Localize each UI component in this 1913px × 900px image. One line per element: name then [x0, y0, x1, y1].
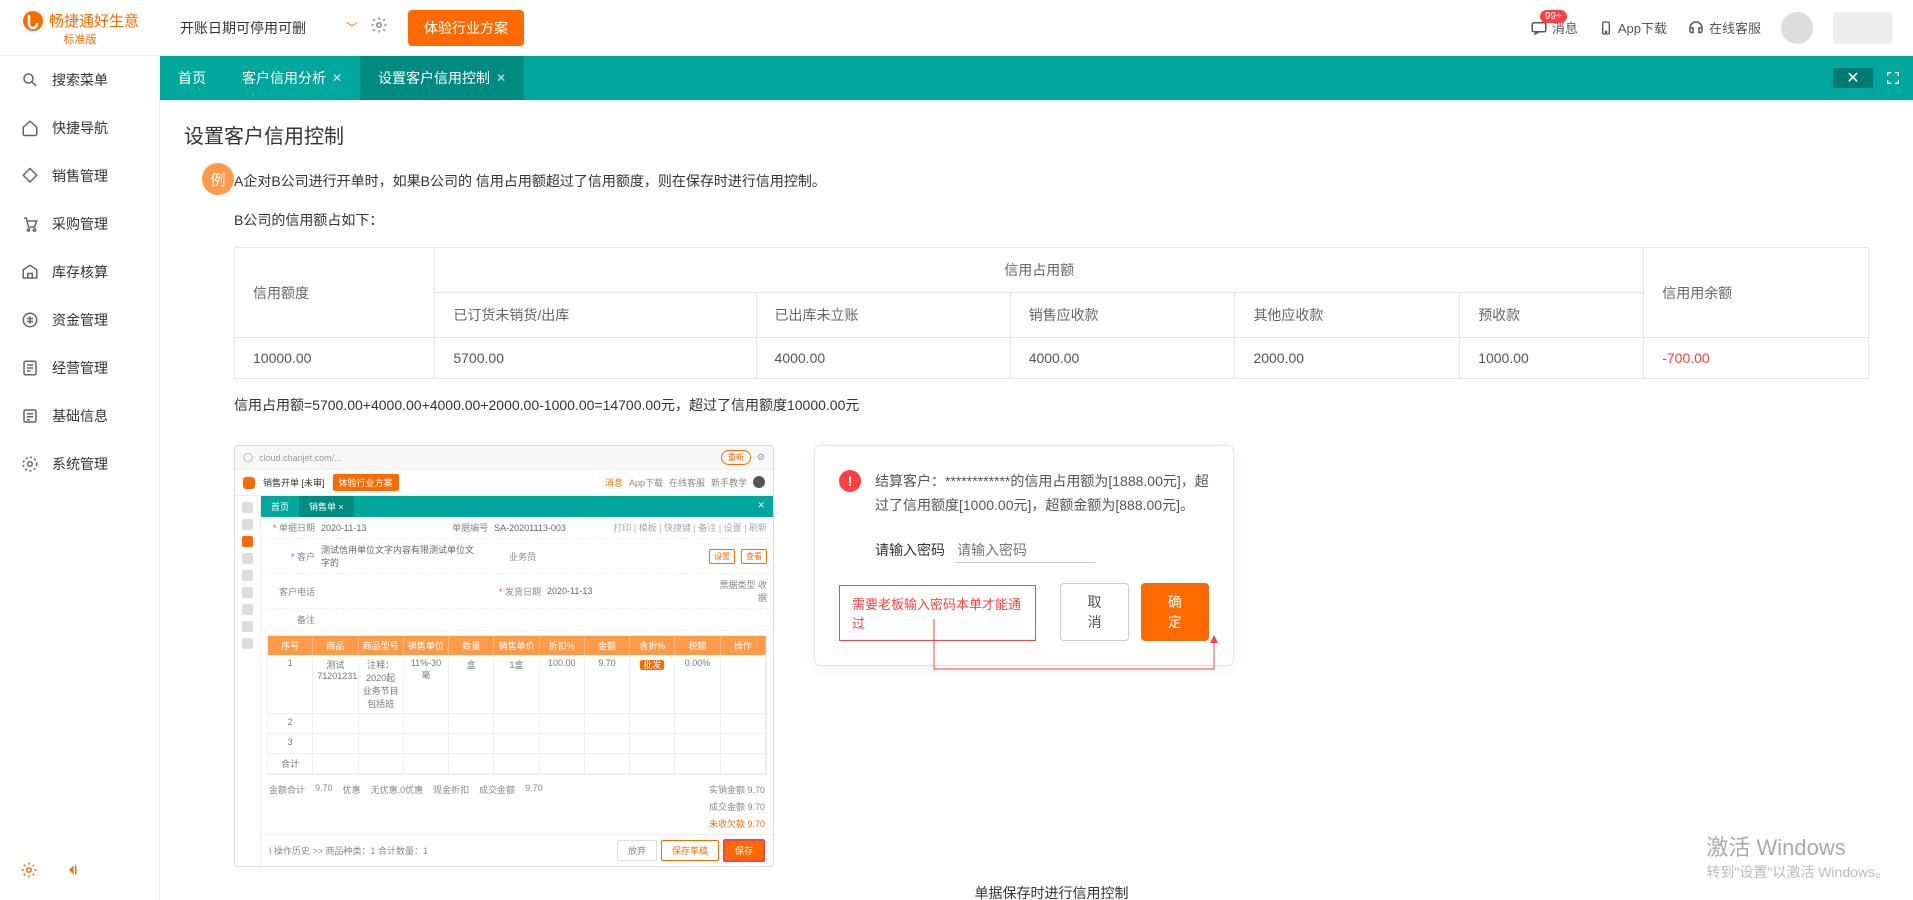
sidebar-item-inventory[interactable]: 库存核算	[0, 248, 159, 296]
tab-credit-analysis[interactable]: 客户信用分析✕	[224, 56, 360, 100]
close-icon[interactable]: ✕	[332, 71, 342, 85]
example-badge-icon: 例	[202, 163, 234, 195]
gear-circle-icon	[20, 454, 40, 474]
content-area: 首页 客户信用分析✕ 设置客户信用控制✕ ✕ 设置客户信用控制 例 A企对B公司…	[160, 56, 1913, 900]
embedded-screenshot: ◯cloud.chanjet.com/...重新⚙ 销售开单 [未审] 体验行业…	[234, 445, 774, 867]
sidebar-settings-icon[interactable]	[20, 861, 38, 884]
th-balance: 信用用余额	[1644, 248, 1869, 338]
td-sales-ar: 4000.00	[1010, 338, 1235, 379]
tabbar: 首页 客户信用分析✕ 设置客户信用控制✕ ✕	[160, 56, 1913, 100]
home-icon	[20, 118, 40, 138]
sidebar-item-system[interactable]: 系统管理	[0, 440, 159, 488]
td-other-ar: 2000.00	[1235, 338, 1460, 379]
th-other-ar: 其他应收款	[1235, 293, 1460, 338]
warning-icon: !	[839, 470, 861, 492]
close-tab-button[interactable]: ✕	[1833, 68, 1873, 88]
password-input[interactable]	[955, 538, 1095, 563]
td-ordered: 5700.00	[435, 338, 756, 379]
chevron-down-icon: ﹀	[346, 19, 358, 36]
close-icon[interactable]: ✕	[496, 71, 506, 85]
messages-button[interactable]: 消息 99+	[1530, 18, 1578, 37]
confirm-button[interactable]: 确定	[1141, 583, 1209, 641]
tag-icon	[20, 166, 40, 186]
sidebar-item-quicknav[interactable]: 快捷导航	[0, 104, 159, 152]
sidebar-collapse-icon[interactable]	[62, 861, 82, 884]
faux-save-button: 保存	[723, 839, 765, 862]
th-out-unbilled: 已出库未立账	[756, 293, 1010, 338]
logo-area: 畅捷通好生意 标准版	[0, 0, 160, 55]
account-period-dropdown[interactable]: 开账日期可停用可删 ﹀	[180, 18, 358, 38]
page-body: 设置客户信用控制 例 A企对B公司进行开单时，如果B公司的 信用占用额超过了信用…	[160, 100, 1913, 900]
th-sales-ar: 销售应收款	[1010, 293, 1235, 338]
th-occupied: 信用占用额	[435, 248, 1644, 293]
list-icon	[20, 406, 40, 426]
th-prepay: 预收款	[1460, 293, 1644, 338]
dropdown-label: 开账日期可停用可删	[180, 18, 306, 38]
tab-credit-control[interactable]: 设置客户信用控制✕	[360, 56, 524, 100]
user-avatar[interactable]	[1781, 12, 1813, 44]
page-title: 设置客户信用控制	[184, 120, 1889, 149]
th-credit-limit: 信用额度	[235, 248, 435, 338]
sidebar-item-search[interactable]: 搜索菜单	[0, 56, 159, 104]
sidebar-item-finance[interactable]: 资金管理	[0, 296, 159, 344]
th-ordered: 已订货未销货/出库	[435, 293, 756, 338]
example-text-1: A企对B公司进行开单时，如果B公司的 信用占用额超过了信用额度，则在保存时进行信…	[234, 169, 1869, 194]
td-prepay: 1000.00	[1460, 338, 1644, 379]
formula-text: 信用占用额=5700.00+4000.00+4000.00+2000.00-10…	[234, 395, 1869, 415]
sidebar-item-purchase[interactable]: 采购管理	[0, 200, 159, 248]
search-icon	[20, 70, 40, 90]
password-label: 请输入密码	[875, 540, 945, 560]
tab-home[interactable]: 首页	[160, 56, 224, 100]
topbar: 畅捷通好生意 标准版 开账日期可停用可删 ﹀ 体验行业方案 消息 99+ App…	[0, 0, 1913, 56]
td-out-unbilled: 4000.00	[756, 338, 1010, 379]
fullscreen-button[interactable]	[1873, 70, 1913, 86]
dialog-message: 结算客户：************的信用占用额为[1888.00元]，超过了信用…	[875, 470, 1209, 518]
td-balance: -700.00	[1644, 338, 1869, 379]
report-icon	[20, 358, 40, 378]
sidebar: 搜索菜单 快捷导航 销售管理 采购管理 库存核算 资金管理 经营管理 基础信息 …	[0, 56, 160, 900]
app-download-button[interactable]: App下载	[1598, 18, 1667, 37]
settings-gear-icon[interactable]	[370, 16, 388, 39]
sidebar-item-basic[interactable]: 基础信息	[0, 392, 159, 440]
illustration-row: ◯cloud.chanjet.com/...重新⚙ 销售开单 [未审] 体验行业…	[234, 445, 1869, 867]
td-credit-limit: 10000.00	[235, 338, 435, 379]
brand-logo-icon	[21, 9, 45, 33]
brand-name: 畅捷通好生意	[49, 10, 139, 31]
sidebar-item-sales[interactable]: 销售管理	[0, 152, 159, 200]
user-name-area[interactable]	[1833, 12, 1893, 44]
warehouse-icon	[20, 262, 40, 282]
credit-table: 信用额度 信用占用额 信用用余额 已订货未销货/出库 已出库未立账 销售应收款 …	[234, 247, 1869, 379]
sidebar-item-operation[interactable]: 经营管理	[0, 344, 159, 392]
illustration-caption: 单据保存时进行信用控制	[234, 883, 1869, 900]
cart-icon	[20, 214, 40, 234]
headset-icon	[1687, 19, 1705, 37]
cancel-button[interactable]: 取消	[1060, 583, 1128, 641]
faux-logo-icon	[243, 477, 255, 489]
money-icon	[20, 310, 40, 330]
example-block: 例 A企对B公司进行开单时，如果B公司的 信用占用额超过了信用额度，则在保存时进…	[184, 169, 1889, 900]
online-service-button[interactable]: 在线客服	[1687, 18, 1761, 37]
messages-badge: 99+	[1540, 10, 1567, 23]
credit-warning-dialog: ! 结算客户：************的信用占用额为[1888.00元]，超过了…	[814, 445, 1234, 666]
dialog-note: 需要老板输入密码本单才能通过	[839, 585, 1036, 641]
example-text-2: B公司的信用额占如下：	[234, 208, 1869, 233]
brand-edition: 标准版	[64, 31, 97, 47]
try-industry-button[interactable]: 体验行业方案	[408, 10, 524, 46]
mobile-icon	[1598, 20, 1614, 36]
